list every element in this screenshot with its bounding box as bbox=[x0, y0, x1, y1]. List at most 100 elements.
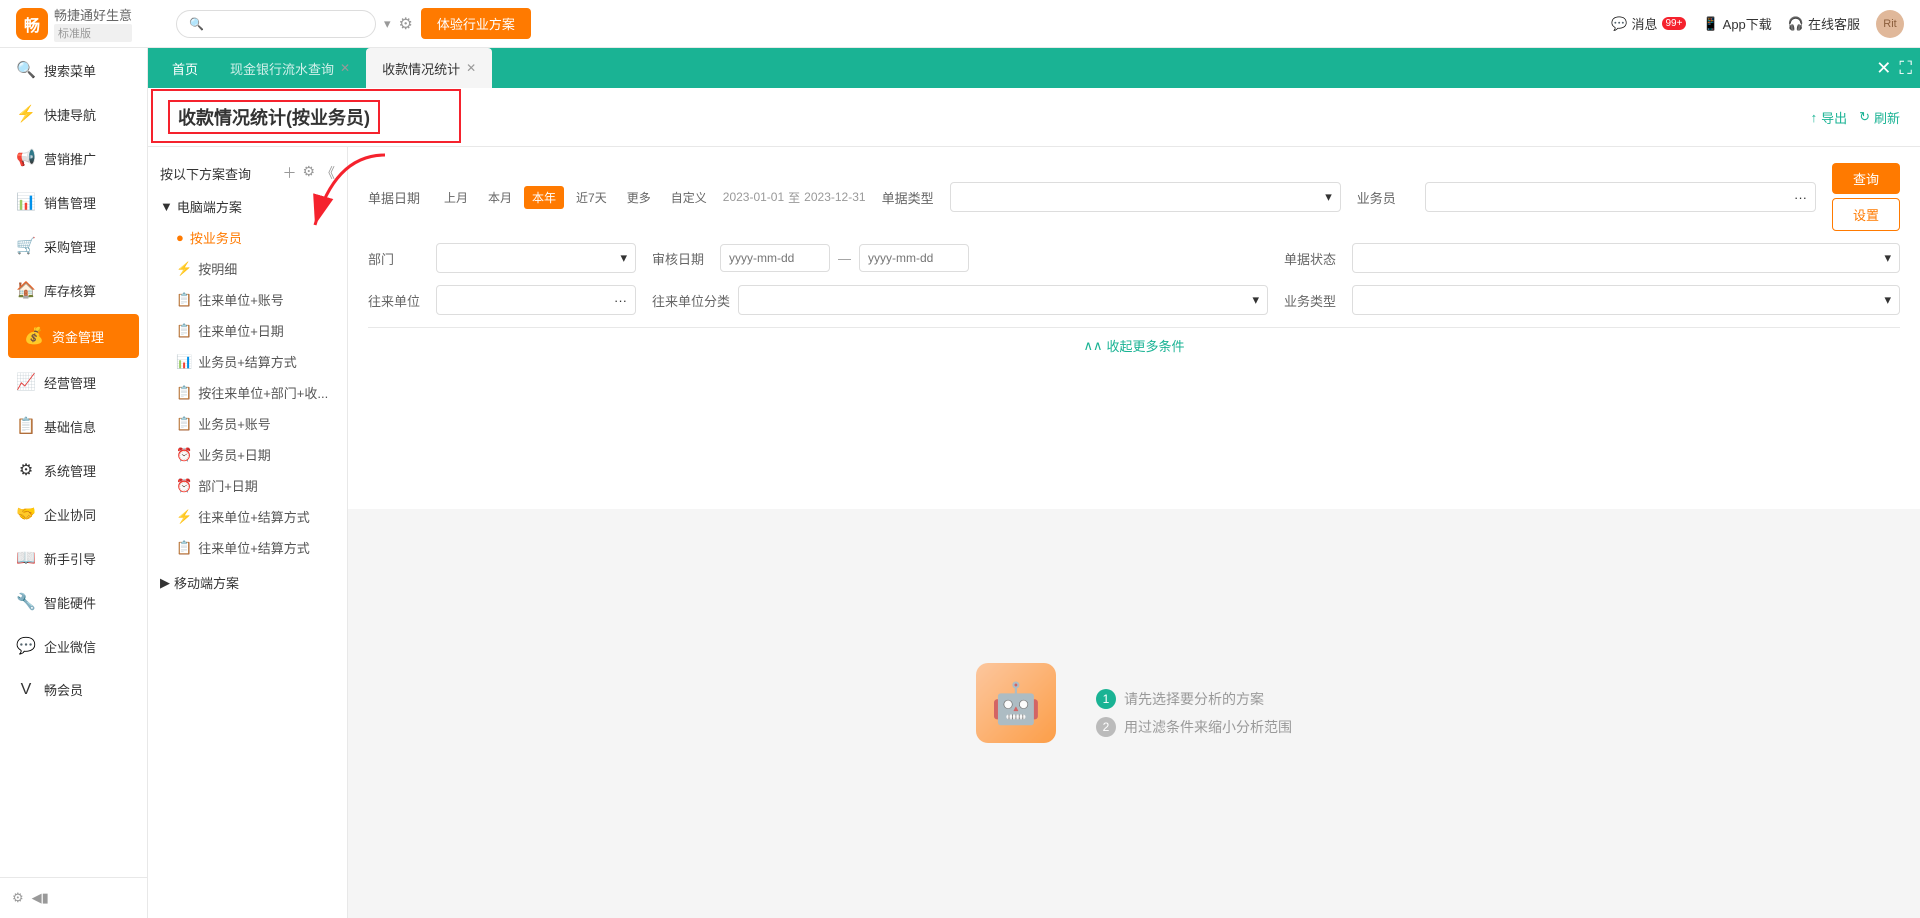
doc-type-select[interactable]: ▾ bbox=[950, 182, 1341, 212]
doc-status-select[interactable]: ▾ bbox=[1352, 243, 1900, 273]
date-tabs: 上月 本月 本年 近7天 更多 自定义 bbox=[436, 186, 715, 209]
quicknav-icon: ⚡ bbox=[16, 104, 36, 124]
export-label: 导出 bbox=[1821, 108, 1847, 127]
sidebar-item-hardware[interactable]: 🔧 智能硬件 bbox=[0, 580, 147, 624]
plan-item-unit-settlement2[interactable]: 📋 往来单位+结算方式 bbox=[148, 532, 347, 563]
date-tab-custom[interactable]: 自定义 bbox=[663, 186, 715, 209]
plan-item-salesman[interactable]: ● 按业务员 bbox=[148, 222, 347, 253]
online-service-button[interactable]: 🎧 在线客服 bbox=[1788, 14, 1860, 33]
plan-item-salesman-settlement[interactable]: 📊 业务员+结算方式 bbox=[148, 346, 347, 377]
plan-item-unit-account[interactable]: 📋 往来单位+账号 bbox=[148, 284, 347, 315]
sidebar-item-operations[interactable]: 📈 经营管理 bbox=[0, 360, 147, 404]
plan-item-salesman-account[interactable]: 📋 业务员+账号 bbox=[148, 408, 347, 439]
date-separator: 至 bbox=[788, 189, 800, 206]
filter-sidebar: 按以下方案查询 ＋ ⚙ 《 ▼ 电脑端方案 bbox=[148, 147, 348, 918]
top-nav-area: 🔍 ▾ ⚙ 体验行业方案 bbox=[176, 8, 1599, 39]
sales-icon: 📊 bbox=[16, 192, 36, 212]
mobile-plans-header[interactable]: ▶ 移动端方案 bbox=[148, 567, 347, 598]
salesman-select[interactable]: ··· bbox=[1425, 182, 1816, 212]
message-label: 消息 bbox=[1631, 14, 1657, 33]
plan-item-unit-dept[interactable]: 📋 按往来单位+部门+收... bbox=[148, 377, 347, 408]
tab-fullscreen-icon[interactable]: ⛶ bbox=[1899, 58, 1912, 79]
sidebar-item-marketing[interactable]: 📢 营销推广 bbox=[0, 136, 147, 180]
date-tab-this-month[interactable]: 本月 bbox=[480, 186, 520, 209]
plan-unit-settlement1-icon: ⚡ bbox=[176, 509, 192, 525]
settings-bottom-icon[interactable]: ⚙ bbox=[12, 890, 24, 906]
tab-close-collection-stats[interactable]: ✕ bbox=[466, 61, 476, 75]
message-button[interactable]: 💬 消息 99+ bbox=[1611, 14, 1686, 33]
tip-num-1: 1 bbox=[1096, 689, 1116, 709]
plan-unit-date-label: 往来单位+日期 bbox=[198, 321, 284, 340]
sidebar-item-quicknav[interactable]: ⚡ 快捷导航 bbox=[0, 92, 147, 136]
collapse-panel-icon[interactable]: 《 bbox=[321, 163, 335, 183]
plan-unit-dept-label: 按往来单位+部门+收... bbox=[198, 383, 328, 402]
settings-icon[interactable]: ⚙ bbox=[399, 14, 413, 34]
plan-detail-label: 按明细 bbox=[198, 259, 237, 278]
filter-sidebar-icons: ＋ ⚙ 《 bbox=[282, 163, 335, 183]
filter-sidebar-title: 按以下方案查询 bbox=[160, 164, 251, 183]
sidebar-item-basic[interactable]: 📋 基础信息 bbox=[0, 404, 147, 448]
online-service-label: 在线客服 bbox=[1808, 14, 1860, 33]
sidebar-item-guide[interactable]: 📖 新手引导 bbox=[0, 536, 147, 580]
date-range: 2023-01-01 至 2023-12-31 bbox=[723, 189, 866, 206]
app-download-button[interactable]: 📱 App下载 bbox=[1702, 14, 1771, 33]
biz-type-select[interactable]: ▾ bbox=[1352, 285, 1900, 315]
refresh-button[interactable]: ↻ 刷新 bbox=[1859, 108, 1900, 127]
top-search-input[interactable]: 🔍 bbox=[176, 10, 376, 38]
tab-close-bank-flow[interactable]: ✕ bbox=[340, 61, 350, 75]
plan-unit-account-label: 往来单位+账号 bbox=[198, 290, 284, 309]
edition-badge: 标准版 bbox=[54, 24, 132, 42]
plan-salesman-icon: ● bbox=[176, 230, 184, 245]
collapse-label: 收起更多条件 bbox=[1107, 336, 1185, 355]
collapse-filters-button[interactable]: ∧∧ 收起更多条件 bbox=[368, 327, 1900, 363]
audit-to-input[interactable] bbox=[859, 244, 969, 272]
setting-button[interactable]: 设置 bbox=[1832, 198, 1900, 231]
sidebar-item-member[interactable]: V 畅会员 bbox=[0, 668, 147, 711]
date-tab-7days[interactable]: 近7天 bbox=[568, 186, 615, 209]
desktop-plans-header[interactable]: ▼ 电脑端方案 bbox=[148, 191, 347, 222]
export-button[interactable]: ↑ 导出 bbox=[1811, 108, 1848, 127]
salesman-input-group: ··· bbox=[1425, 182, 1816, 212]
tab-bank-flow[interactable]: 现金银行流水查询 ✕ bbox=[214, 48, 366, 88]
counterpart-category-select[interactable]: ▾ bbox=[738, 285, 1268, 315]
plan-salesman-label: 按业务员 bbox=[190, 228, 242, 247]
mobile-plans-group: ▶ 移动端方案 bbox=[148, 567, 347, 598]
sidebar-item-label: 系统管理 bbox=[44, 461, 96, 480]
trial-button[interactable]: 体验行业方案 bbox=[421, 8, 531, 39]
sidebar-item-wechat[interactable]: 💬 企业微信 bbox=[0, 624, 147, 668]
tab-collection-stats[interactable]: 收款情况统计 ✕ bbox=[366, 48, 492, 88]
audit-from-input[interactable] bbox=[720, 244, 830, 272]
sidebar-item-inventory[interactable]: 🏠 库存核算 bbox=[0, 268, 147, 312]
plan-item-unit-settlement1[interactable]: ⚡ 往来单位+结算方式 bbox=[148, 501, 347, 532]
date-tab-last-month[interactable]: 上月 bbox=[436, 186, 476, 209]
plan-item-unit-date[interactable]: 📋 往来单位+日期 bbox=[148, 315, 347, 346]
desktop-plans-arrow: ▼ bbox=[160, 199, 173, 214]
content-area: 按以下方案查询 ＋ ⚙ 《 ▼ 电脑端方案 bbox=[148, 147, 1920, 918]
dept-select[interactable]: ▾ bbox=[436, 243, 636, 273]
tab-close-all-icon[interactable]: ✕ bbox=[1876, 58, 1891, 79]
salesman-more-icon: ··· bbox=[1794, 190, 1807, 205]
settings-plan-icon[interactable]: ⚙ bbox=[302, 163, 315, 183]
user-avatar[interactable]: Rit bbox=[1876, 10, 1904, 38]
plan-item-salesman-date[interactable]: ⏰ 业务员+日期 bbox=[148, 439, 347, 470]
date-tab-more[interactable]: 更多 bbox=[619, 186, 659, 209]
top-nav-dropdown-icon[interactable]: ▾ bbox=[384, 16, 391, 32]
date-tab-this-year[interactable]: 本年 bbox=[524, 186, 564, 209]
collapse-sidebar-icon[interactable]: ◀▮ bbox=[32, 890, 49, 906]
right-panel: 单据日期 上月 本月 本年 近7天 更多 自定义 bbox=[348, 147, 1920, 918]
query-button[interactable]: 查询 bbox=[1832, 163, 1900, 194]
sidebar-item-collab[interactable]: 🤝 企业协同 bbox=[0, 492, 147, 536]
sidebar-item-system[interactable]: ⚙ 系统管理 bbox=[0, 448, 147, 492]
plan-item-detail[interactable]: ⚡ 按明细 bbox=[148, 253, 347, 284]
add-plan-icon[interactable]: ＋ bbox=[282, 163, 296, 183]
tab-home[interactable]: 首页 bbox=[156, 48, 214, 88]
filter-date: 单据日期 上月 本月 本年 近7天 更多 自定义 bbox=[368, 186, 866, 209]
sidebar-item-finance[interactable]: 💰 资金管理 bbox=[8, 314, 139, 358]
sidebar-item-label: 企业协同 bbox=[44, 505, 96, 524]
counterpart-category-dropdown-icon: ▾ bbox=[1252, 292, 1259, 308]
sidebar-item-search[interactable]: 🔍 搜索菜单 bbox=[0, 48, 147, 92]
plan-item-dept-date[interactable]: ⏰ 部门+日期 bbox=[148, 470, 347, 501]
sidebar-item-sales[interactable]: 📊 销售管理 bbox=[0, 180, 147, 224]
counterpart-select[interactable]: ··· bbox=[436, 285, 636, 315]
sidebar-item-purchase[interactable]: 🛒 采购管理 bbox=[0, 224, 147, 268]
